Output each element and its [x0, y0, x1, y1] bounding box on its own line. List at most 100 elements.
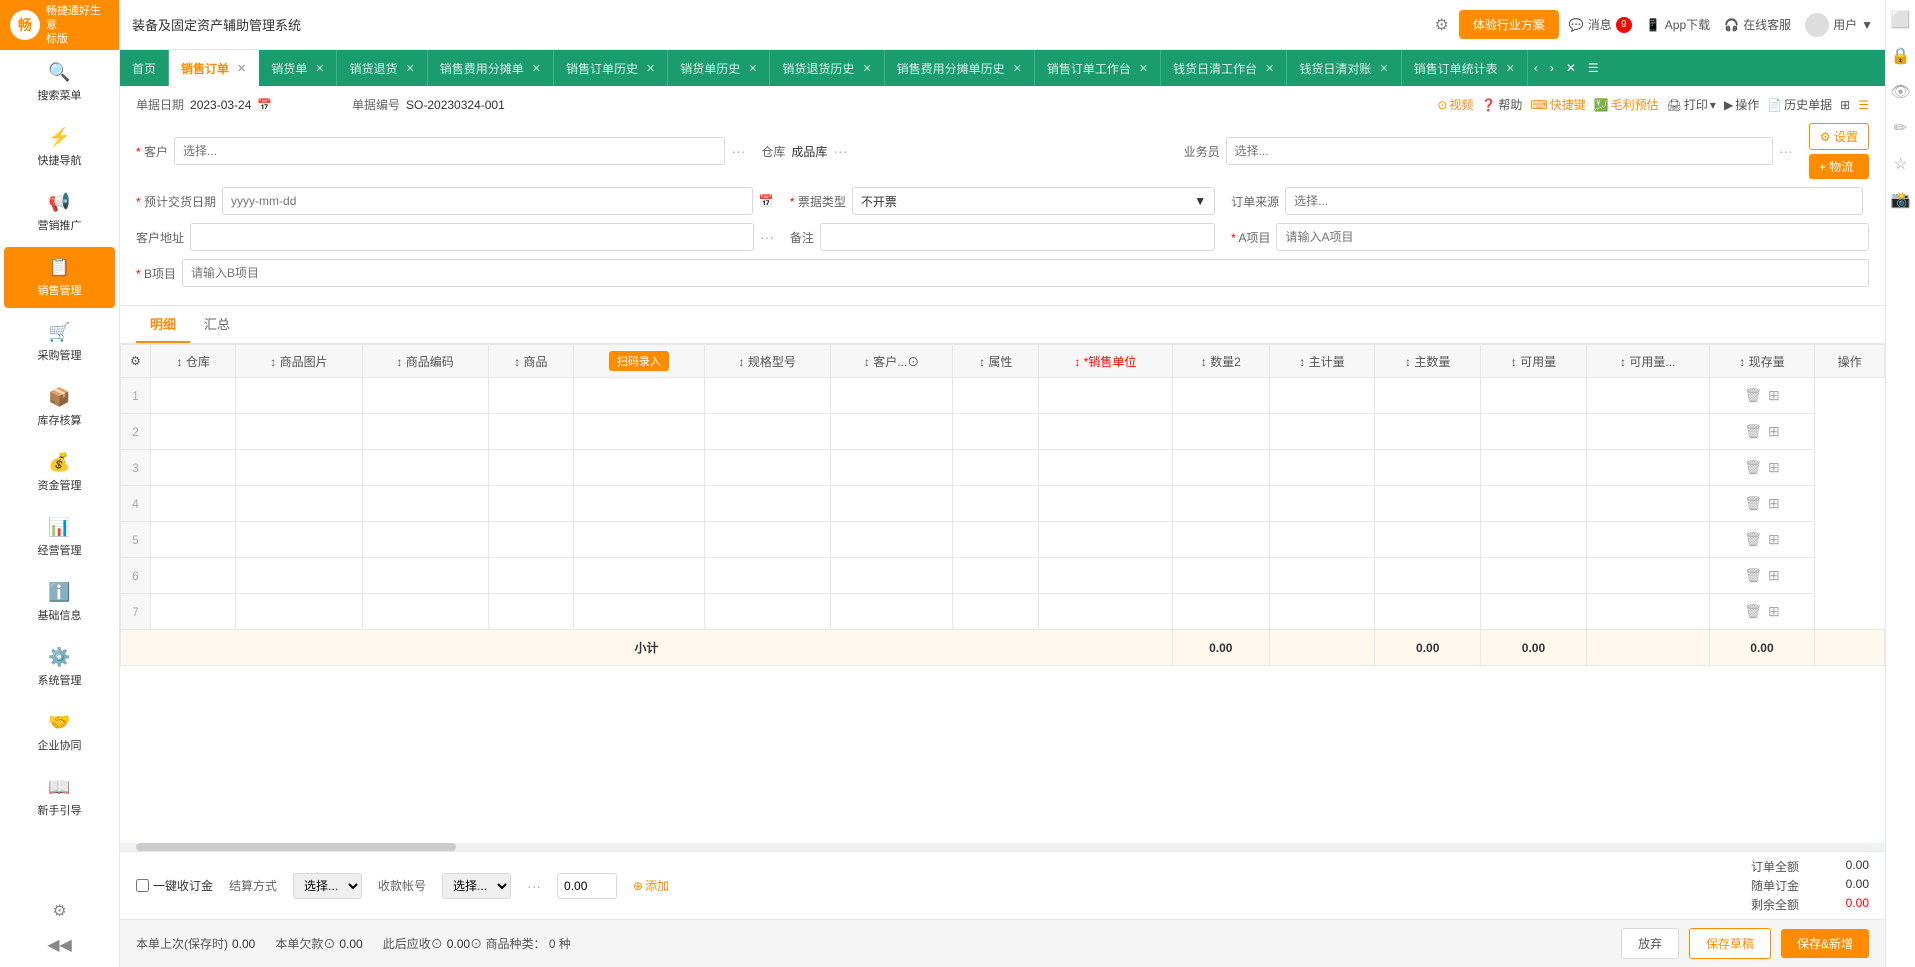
table-cell[interactable]: [362, 414, 488, 450]
table-cell[interactable]: [1481, 378, 1587, 414]
add-logistics-btn[interactable]: + 物流: [1809, 154, 1869, 179]
table-cell[interactable]: [953, 414, 1038, 450]
tab-daily-reconcile[interactable]: 钱货日清对账 ✕: [1287, 50, 1401, 86]
tab-nav-next[interactable]: ›: [1544, 61, 1560, 75]
table-cell[interactable]: [704, 522, 830, 558]
order-source-input[interactable]: [1285, 187, 1863, 215]
tab-sales-order[interactable]: 销售订单 ✕: [169, 50, 259, 86]
table-cell[interactable]: [1038, 378, 1172, 414]
table-cell[interactable]: [1172, 558, 1269, 594]
tab-return-history[interactable]: 销货退货历史 ✕: [770, 50, 884, 86]
app-download-btn[interactable]: 📱 App下载: [1646, 16, 1710, 33]
print-btn[interactable]: 🖨 打印 ▾: [1667, 96, 1716, 113]
table-cell[interactable]: [1586, 594, 1709, 630]
table-cell[interactable]: [830, 522, 953, 558]
sidebar-settings-btn[interactable]: ⚙: [48, 897, 70, 925]
tab-sales-return[interactable]: 销货退货 ✕: [337, 50, 427, 86]
table-cell[interactable]: [1038, 450, 1172, 486]
date-picker-icon[interactable]: 📅: [257, 98, 272, 112]
industry-btn[interactable]: 体验行业方案: [1459, 10, 1559, 39]
delete-row-icon[interactable]: 🗑: [1744, 531, 1762, 548]
tab-daily-workbench[interactable]: 钱货日清工作台 ✕: [1161, 50, 1287, 86]
table-cell[interactable]: [1172, 486, 1269, 522]
table-cell[interactable]: [488, 558, 573, 594]
table-cell[interactable]: [574, 558, 705, 594]
table-cell[interactable]: [362, 486, 488, 522]
sidebar-item-marketing[interactable]: 📢 营销推广: [4, 182, 115, 243]
table-cell[interactable]: [1481, 558, 1587, 594]
tab-home[interactable]: 首页: [120, 50, 169, 86]
rp-icon-1[interactable]: ⬜: [1891, 10, 1911, 30]
tab-daily-workbench-close[interactable]: ✕: [1265, 62, 1274, 75]
tab-sales-order-close[interactable]: ✕: [237, 62, 246, 75]
table-cell[interactable]: [151, 378, 236, 414]
table-cell[interactable]: [362, 522, 488, 558]
delete-row-icon[interactable]: 🗑: [1744, 387, 1762, 404]
table-cell[interactable]: [236, 414, 362, 450]
account-dots[interactable]: ···: [527, 878, 541, 894]
table-cell[interactable]: [704, 450, 830, 486]
table-cell[interactable]: [574, 450, 705, 486]
customer-input[interactable]: [174, 137, 725, 165]
table-cell[interactable]: [236, 558, 362, 594]
table-cell[interactable]: [488, 594, 573, 630]
operation-btn[interactable]: ▶ 操作: [1724, 96, 1759, 113]
horizontal-scrollbar[interactable]: [136, 843, 1869, 851]
a-project-input[interactable]: [1276, 223, 1869, 251]
save-new-btn[interactable]: 保存&新增: [1781, 929, 1869, 958]
table-cell[interactable]: [1172, 594, 1269, 630]
tab-sales-invoice-close[interactable]: ✕: [315, 62, 324, 75]
online-service-btn[interactable]: 🎧 在线客服: [1724, 16, 1791, 33]
table-cell[interactable]: [362, 378, 488, 414]
table-cell[interactable]: [236, 378, 362, 414]
table-cell[interactable]: [1481, 486, 1587, 522]
delete-row-icon[interactable]: 🗑: [1744, 567, 1762, 584]
scrollbar-thumb[interactable]: [136, 843, 456, 851]
user-menu[interactable]: 用户 ▼: [1805, 13, 1873, 37]
view-btn[interactable]: ⊙ 视频: [1437, 96, 1473, 113]
table-cell[interactable]: [830, 378, 953, 414]
tab-expense-history-close[interactable]: ✕: [1013, 62, 1022, 75]
sidebar-item-search[interactable]: 🔍 搜索菜单: [4, 52, 115, 113]
table-cell[interactable]: [574, 594, 705, 630]
add-payment-btn[interactable]: ⊕ 添加: [633, 877, 669, 894]
table-cell[interactable]: 🗑⊞: [1709, 558, 1815, 594]
table-cell[interactable]: [1269, 486, 1375, 522]
account-select[interactable]: 选择...: [442, 873, 511, 899]
table-cell[interactable]: [151, 486, 236, 522]
tab-nav-prev[interactable]: ‹: [1528, 61, 1544, 75]
table-cell[interactable]: [574, 378, 705, 414]
table-cell[interactable]: [830, 558, 953, 594]
header-settings-icon[interactable]: ⚙: [1434, 15, 1448, 35]
table-cell[interactable]: [1038, 558, 1172, 594]
table-cell[interactable]: [1038, 594, 1172, 630]
table-cell[interactable]: [1038, 414, 1172, 450]
table-cell[interactable]: [704, 486, 830, 522]
delivery-date-picker-icon[interactable]: 📅: [759, 194, 774, 208]
customer-dots[interactable]: ···: [731, 143, 745, 159]
table-cell[interactable]: [830, 450, 953, 486]
tab-sales-expense-close[interactable]: ✕: [532, 62, 541, 75]
sidebar-item-newbie[interactable]: 📖 新手引导: [4, 767, 115, 828]
b-project-input[interactable]: [182, 259, 1869, 287]
sidebar-item-system[interactable]: ⚙️ 系统管理: [4, 637, 115, 698]
table-cell[interactable]: [1269, 450, 1375, 486]
tab-expense-history[interactable]: 销售费用分摊单历史 ✕: [885, 50, 1035, 86]
table-cell[interactable]: [1586, 378, 1709, 414]
sidebar-item-sales[interactable]: 📋 销售管理: [4, 247, 115, 308]
table-cell[interactable]: [1375, 486, 1481, 522]
table-cell[interactable]: [953, 522, 1038, 558]
table-cell[interactable]: [574, 414, 705, 450]
delete-row-icon[interactable]: 🗑: [1744, 603, 1762, 620]
warehouse-dots[interactable]: ···: [833, 143, 847, 159]
table-cell[interactable]: [151, 558, 236, 594]
table-cell[interactable]: [574, 522, 705, 558]
table-cell[interactable]: [953, 558, 1038, 594]
table-cell[interactable]: [1586, 558, 1709, 594]
table-cell[interactable]: [488, 414, 573, 450]
sidebar-item-purchase[interactable]: 🛒 采购管理: [4, 312, 115, 373]
table-cell[interactable]: [830, 486, 953, 522]
table-cell[interactable]: [151, 522, 236, 558]
table-cell[interactable]: [830, 594, 953, 630]
rp-icon-3[interactable]: 👁: [1890, 82, 1910, 102]
